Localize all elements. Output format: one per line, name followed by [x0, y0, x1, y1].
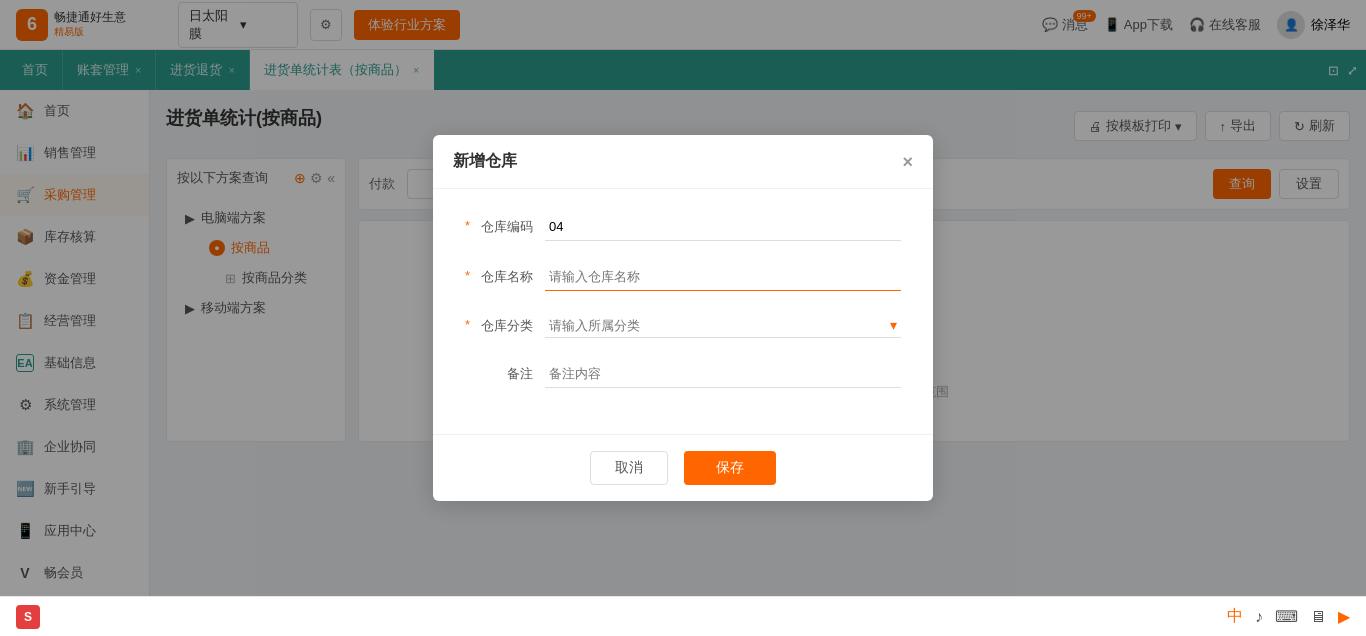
bottom-bar: S 中 ♪ ⌨ 🖥 ▶ — [0, 596, 1366, 636]
category-label: 仓库分类 — [465, 317, 545, 335]
category-input[interactable] — [549, 318, 890, 333]
form-row-note: 备注 — [465, 360, 901, 388]
modal-footer: 取消 保存 — [433, 434, 933, 501]
bottom-icon-monitor[interactable]: 🖥 — [1310, 608, 1326, 626]
form-row-code: 仓库编码 — [465, 213, 901, 241]
cancel-button[interactable]: 取消 — [590, 451, 668, 485]
new-warehouse-modal: 新增仓库 × 仓库编码 仓库名称 仓库分类 ▾ — [433, 135, 933, 501]
name-input[interactable] — [545, 263, 901, 291]
modal-body: 仓库编码 仓库名称 仓库分类 ▾ 备注 — [433, 189, 933, 434]
form-row-name: 仓库名称 — [465, 263, 901, 291]
save-button[interactable]: 保存 — [684, 451, 776, 485]
bottom-icon-play[interactable]: ▶ — [1338, 607, 1350, 626]
category-dropdown-icon[interactable]: ▾ — [890, 317, 897, 333]
modal-header: 新增仓库 × — [433, 135, 933, 189]
bottom-icon-music[interactable]: ♪ — [1255, 608, 1263, 626]
category-select-wrap[interactable]: ▾ — [545, 313, 901, 338]
bottom-icon-zh[interactable]: 中 — [1227, 606, 1243, 627]
note-label: 备注 — [465, 365, 545, 383]
form-row-category: 仓库分类 ▾ — [465, 313, 901, 338]
bottom-icons: 中 ♪ ⌨ 🖥 ▶ — [1227, 606, 1350, 627]
note-input[interactable] — [545, 360, 901, 388]
code-label: 仓库编码 — [465, 218, 545, 236]
bottom-logo: S — [16, 605, 40, 629]
modal-overlay: 新增仓库 × 仓库编码 仓库名称 仓库分类 ▾ — [0, 0, 1366, 636]
name-label: 仓库名称 — [465, 268, 545, 286]
code-input[interactable] — [545, 213, 901, 241]
modal-close-button[interactable]: × — [902, 153, 913, 171]
modal-title: 新增仓库 — [453, 151, 517, 172]
bottom-icon-keyboard[interactable]: ⌨ — [1275, 607, 1298, 626]
